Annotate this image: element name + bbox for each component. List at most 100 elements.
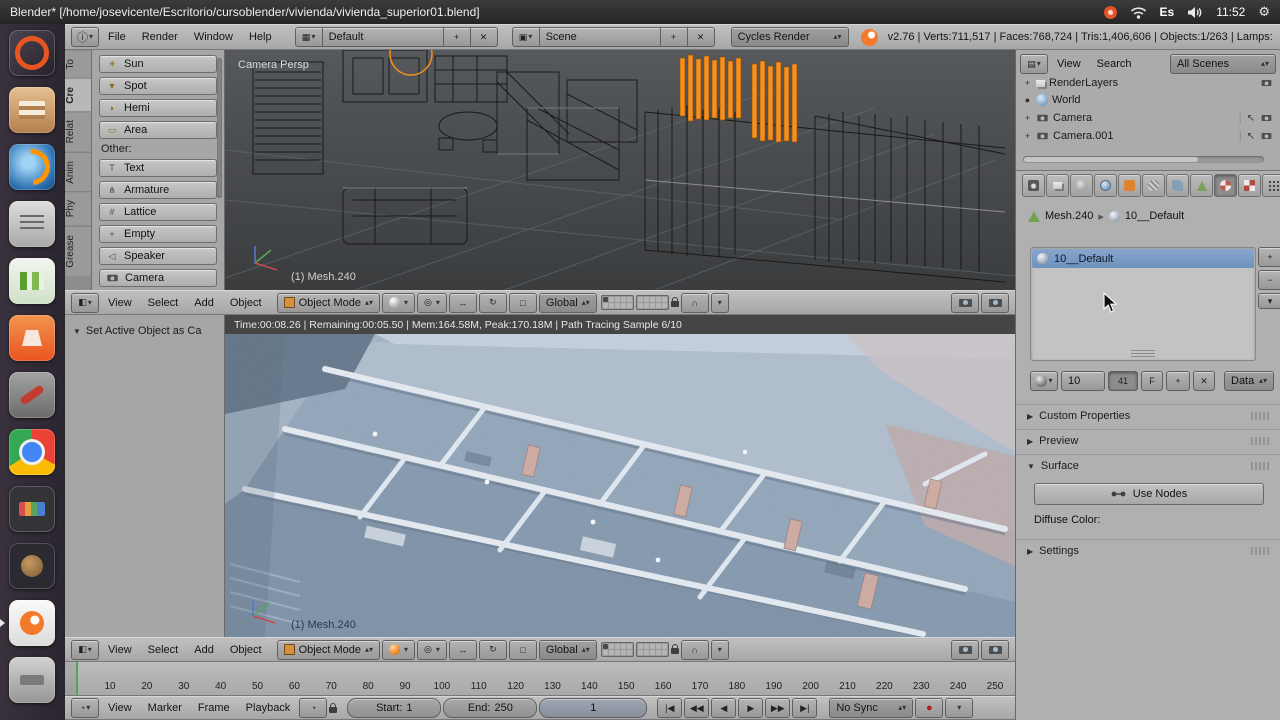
opengl-render-anim-button[interactable]	[981, 639, 1009, 660]
screen-layout-name[interactable]: Default	[321, 27, 444, 47]
snap-element-dropdown[interactable]: ▾	[710, 639, 729, 660]
tab-physics[interactable]: Phy	[65, 191, 91, 226]
window-menu[interactable]: Window	[187, 29, 240, 45]
tab-tools[interactable]: To	[65, 50, 91, 78]
screen-layout-delete-button[interactable]: ✕	[469, 27, 498, 47]
snap-element-dropdown[interactable]: ▾	[710, 292, 729, 313]
session-gear-icon[interactable]: ⚙	[1258, 4, 1270, 20]
add-armature-button[interactable]: ⋔ Armature	[99, 181, 217, 199]
tab-grease-pencil[interactable]: Grease	[65, 225, 91, 276]
scene-name[interactable]: Scene	[538, 27, 661, 47]
restrict-render-icon[interactable]	[1261, 80, 1272, 86]
tab-world[interactable]	[1094, 174, 1117, 197]
editor-type-button[interactable]: ◧ ▾	[71, 639, 99, 660]
layers-widget[interactable]	[599, 642, 669, 657]
scene-delete-button[interactable]: ✕	[686, 27, 715, 47]
screen-layout-icon[interactable]: ▦ ▾	[294, 27, 323, 47]
use-preview-range-button[interactable]: ◔	[299, 698, 328, 718]
tab-object[interactable]	[1118, 174, 1141, 197]
current-frame-field[interactable]: 1	[539, 698, 648, 718]
tab-object-data[interactable]	[1190, 174, 1213, 197]
add-hemi-button[interactable]: ◗ Hemi	[99, 99, 217, 117]
outliner-display-dropdown[interactable]: All Scenes ▴▾	[1170, 54, 1276, 74]
launcher-item-chromium[interactable]	[9, 429, 55, 475]
launcher-item-archive[interactable]	[9, 657, 55, 703]
manipulator-translate-button[interactable]: ↔	[448, 639, 477, 660]
launcher-item-text-editor[interactable]	[9, 201, 55, 247]
keying-set-button[interactable]: ▾	[945, 698, 974, 718]
outliner-row-world[interactable]: ● World	[1023, 92, 1273, 108]
scene-add-button[interactable]: +	[659, 27, 688, 47]
launcher-item-media-player[interactable]	[9, 486, 55, 532]
viewport-3d-rendered[interactable]: (1) Mesh.240	[225, 334, 1015, 637]
outliner-row-renderlayers[interactable]: + RenderLayers	[1023, 77, 1273, 89]
manipulator-scale-button[interactable]: □	[508, 639, 537, 660]
layers-widget[interactable]	[599, 295, 669, 310]
screencast-record-icon[interactable]	[1103, 5, 1117, 19]
fake-user-button[interactable]: F	[1141, 371, 1163, 391]
network-icon[interactable]	[1130, 6, 1147, 19]
editor-type-button[interactable]: ◔ ▾	[71, 698, 99, 718]
tab-texture[interactable]	[1238, 174, 1261, 197]
add-lattice-button[interactable]: # Lattice	[99, 203, 217, 221]
outliner-row-camera-001[interactable]: + Camera.001 | ↖	[1023, 128, 1273, 144]
file-menu[interactable]: File	[101, 29, 133, 45]
launcher-item-software-center[interactable]	[9, 315, 55, 361]
frame-menu[interactable]: Frame	[191, 700, 237, 716]
end-frame-field[interactable]: End: 250	[443, 698, 538, 718]
operator-panel-header[interactable]: ▼ Set Active Object as Ca	[73, 325, 216, 337]
outliner-scrollbar[interactable]	[1023, 156, 1264, 163]
slot-specials-button[interactable]: ▾	[1258, 293, 1280, 309]
pivot-dropdown[interactable]: ◎ ▾	[417, 639, 447, 660]
launcher-item-firefox[interactable]	[9, 144, 55, 190]
launcher-item-ubuntu-dash[interactable]	[9, 30, 55, 76]
record-button[interactable]: ●	[915, 698, 944, 718]
new-material-button[interactable]: +	[1166, 371, 1190, 391]
screen-layout-add-button[interactable]: +	[442, 27, 471, 47]
manipulator-translate-button[interactable]: ↔	[448, 292, 477, 313]
add-camera-button[interactable]: Camera	[99, 269, 217, 287]
tab-particles[interactable]	[1262, 174, 1280, 197]
mode-dropdown[interactable]: Object Mode ▴▾	[276, 292, 381, 313]
volume-icon[interactable]	[1187, 6, 1203, 19]
tab-relations[interactable]: Relat	[65, 111, 91, 152]
render-menu[interactable]: Render	[135, 29, 185, 45]
add-area-button[interactable]: ▭ Area	[99, 121, 217, 139]
tab-material[interactable]	[1214, 174, 1237, 197]
use-nodes-button[interactable]: Use Nodes	[1034, 483, 1264, 505]
render-engine-dropdown[interactable]: Cycles Render ▴▾	[730, 27, 849, 47]
transform-orientation-dropdown[interactable]: Global ▴▾	[538, 639, 597, 660]
surface-panel-header[interactable]: ▼ Surface	[1016, 454, 1280, 477]
breadcrumb-object[interactable]: Mesh.240	[1045, 210, 1093, 222]
jump-to-start-button[interactable]: |◀	[657, 698, 683, 718]
add-menu[interactable]: Add	[187, 295, 221, 311]
tab-render-layers[interactable]	[1046, 174, 1069, 197]
help-menu[interactable]: Help	[242, 29, 279, 45]
jump-to-end-button[interactable]: ▶|	[792, 698, 818, 718]
lock-time-icon[interactable]	[329, 702, 338, 713]
play-reverse-button[interactable]: ◀	[711, 698, 737, 718]
browse-material-button[interactable]: ▾	[1030, 371, 1058, 391]
view-menu[interactable]: View	[1050, 56, 1088, 72]
object-menu[interactable]: Object	[223, 642, 269, 658]
custom-properties-panel-header[interactable]: ▶ Custom Properties	[1016, 404, 1280, 427]
tab-render[interactable]	[1022, 174, 1045, 197]
remove-slot-button[interactable]: −	[1258, 270, 1280, 290]
manipulator-rotate-button[interactable]: ↻	[478, 292, 507, 313]
view-menu[interactable]: View	[101, 642, 139, 658]
preview-panel-header[interactable]: ▶ Preview	[1016, 429, 1280, 452]
play-button[interactable]: ▶	[738, 698, 764, 718]
opengl-render-anim-button[interactable]	[981, 292, 1009, 313]
material-slot-list[interactable]: 10__Default	[1030, 247, 1256, 361]
prev-keyframe-button[interactable]: ◀◀	[684, 698, 710, 718]
marker-menu[interactable]: Marker	[141, 700, 189, 716]
panel-grip[interactable]	[1251, 462, 1269, 470]
restrict-select-icon[interactable]: ↖	[1247, 131, 1255, 142]
viewport-shading-dropdown[interactable]: ▾	[382, 639, 416, 660]
outliner-row-camera[interactable]: + Camera | ↖	[1023, 110, 1273, 126]
material-slot-selected[interactable]: 10__Default	[1032, 249, 1254, 268]
editor-type-button[interactable]: ◧ ▾	[71, 292, 99, 313]
panel-grip[interactable]	[1251, 547, 1269, 555]
transform-orientation-dropdown[interactable]: Global ▴▾	[538, 292, 597, 313]
mode-dropdown[interactable]: Object Mode ▴▾	[276, 639, 381, 660]
